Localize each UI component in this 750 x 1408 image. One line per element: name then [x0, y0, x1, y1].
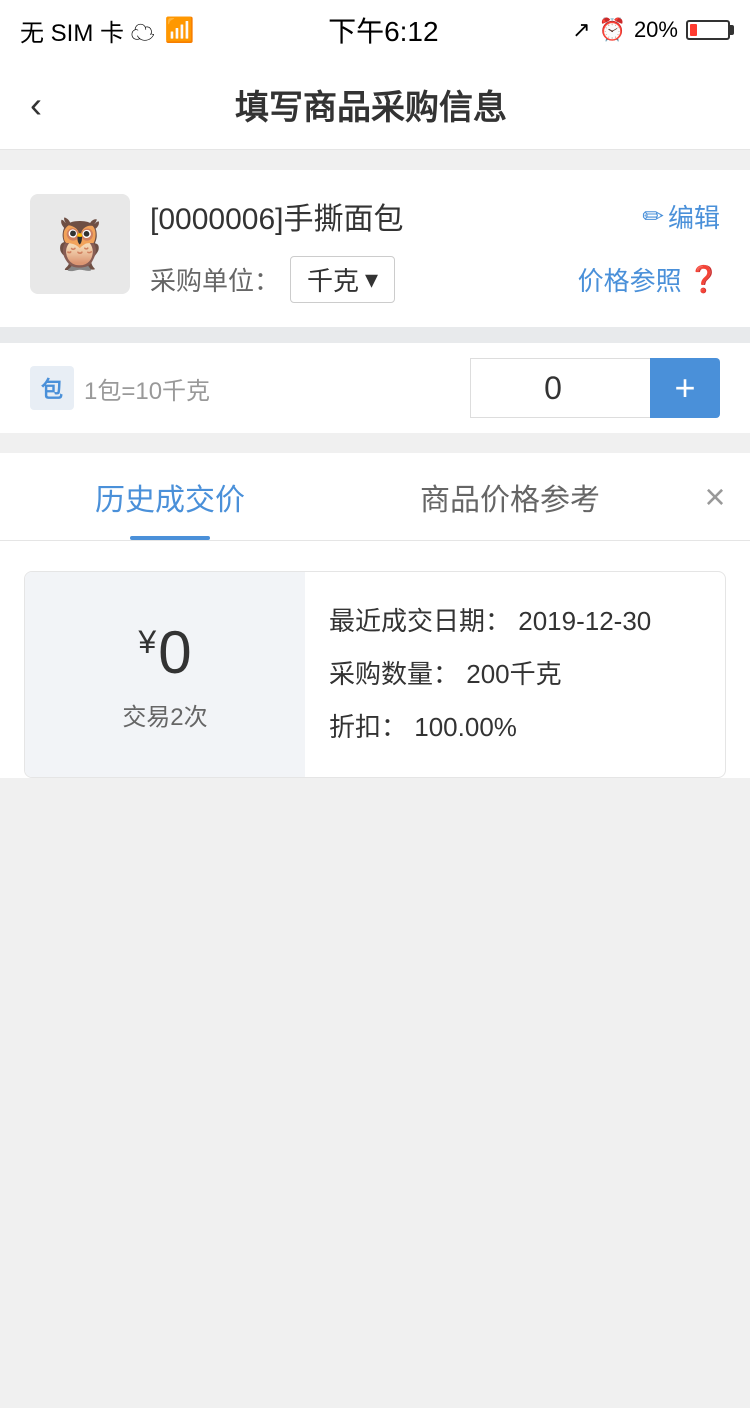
tab-close-button[interactable]: ×	[680, 453, 750, 540]
unit-select-dropdown[interactable]: 千克 ▾	[290, 256, 395, 303]
header: ‹ 填写商品采购信息	[0, 60, 750, 150]
chevron-down-icon: ▾	[365, 264, 378, 295]
page-title: 填写商品采购信息	[62, 80, 680, 129]
product-logo-icon: 🦉	[49, 215, 111, 274]
price-reference-button[interactable]: 价格参照 ❓	[578, 261, 720, 298]
product-title: 手撕面包	[283, 203, 403, 236]
status-right: ↗ ⏰ 20%	[572, 17, 730, 43]
price-display: ¥ 0	[138, 618, 191, 687]
price-ref-label: 价格参照	[578, 261, 682, 298]
recent-date-value: 2019-12-30	[518, 606, 651, 636]
purchase-qty-value: 200千克	[466, 659, 561, 689]
edit-button[interactable]: ✏ 编辑	[642, 198, 720, 235]
unit-box-icon: 包	[30, 366, 74, 410]
help-icon: ❓	[688, 264, 720, 295]
recent-date-label: 最近成交日期：	[329, 606, 511, 636]
quantity-control: +	[470, 358, 720, 418]
product-title-row: [0000006]手撕面包 ✏ 编辑	[150, 194, 720, 238]
purchase-qty-label: 采购数量：	[329, 659, 459, 689]
tabs-row: 历史成交价 商品价格参考 ×	[0, 453, 750, 541]
section-divider	[0, 327, 750, 343]
history-record-card: ¥ 0 交易2次 最近成交日期： 2019-12-30 采购数量： 200千克 …	[24, 571, 726, 778]
battery-percent: 20%	[634, 17, 678, 43]
product-info: [0000006]手撕面包 ✏ 编辑 采购单位： 千克 ▾ 价格参照 ❓	[150, 194, 720, 303]
sim-signal-text: 无 SIM 卡 ☁	[20, 13, 155, 48]
alarm-icon: ⏰	[599, 17, 626, 43]
tab-history-label: 历史成交价	[95, 475, 245, 519]
quantity-row: 包 1包=10千克 +	[0, 343, 750, 433]
price-value: 0	[158, 618, 191, 687]
tab-price-ref-label: 商品价格参考	[420, 475, 600, 519]
quantity-plus-button[interactable]: +	[650, 358, 720, 418]
product-id: [0000006]	[150, 203, 283, 236]
location-icon: ↗	[572, 17, 590, 43]
wifi-icon: 📶	[165, 16, 195, 45]
unit-select-value: 千克	[307, 261, 359, 298]
back-button[interactable]: ‹	[30, 87, 42, 123]
product-name: [0000006]手撕面包	[150, 194, 403, 238]
battery-icon	[686, 20, 730, 40]
history-details-section: 最近成交日期： 2019-12-30 采购数量： 200千克 折扣： 100.0…	[305, 572, 725, 777]
product-thumbnail: 🦉	[30, 194, 130, 294]
product-card: 🦉 [0000006]手撕面包 ✏ 编辑 采购单位： 千克 ▾	[0, 170, 750, 327]
discount-row: 折扣： 100.00%	[329, 708, 701, 747]
history-price-section: ¥ 0 交易2次	[25, 572, 305, 777]
tab-history-price[interactable]: 历史成交价	[0, 453, 340, 540]
unit-left: 采购单位： 千克 ▾	[150, 256, 395, 303]
main-background	[0, 808, 750, 1408]
tab-price-reference[interactable]: 商品价格参考	[340, 453, 680, 540]
discount-label: 折扣：	[329, 712, 407, 742]
edit-icon: ✏	[642, 201, 664, 232]
purchase-unit-row: 采购单位： 千克 ▾ 价格参照 ❓	[150, 256, 720, 303]
purchase-qty-row: 采购数量： 200千克	[329, 655, 701, 694]
status-left: 无 SIM 卡 ☁ 📶	[20, 13, 195, 48]
edit-label: 编辑	[668, 198, 720, 235]
bottom-panel: 历史成交价 商品价格参考 × ¥ 0 交易2次 最近成交日期： 2019-12-…	[0, 453, 750, 778]
discount-value: 100.00%	[414, 712, 517, 742]
trade-count-text: 交易2次	[122, 697, 207, 732]
purchase-unit-label: 采购单位：	[150, 261, 280, 298]
unit-info: 包 1包=10千克	[30, 366, 210, 410]
unit-conversion-text: 1包=10千克	[84, 371, 210, 406]
price-currency-symbol: ¥	[138, 624, 156, 661]
product-row: 🦉 [0000006]手撕面包 ✏ 编辑 采购单位： 千克 ▾	[30, 194, 720, 303]
quantity-input[interactable]	[470, 358, 650, 418]
status-time: 下午6:12	[328, 10, 439, 50]
recent-date-row: 最近成交日期： 2019-12-30	[329, 602, 701, 641]
status-bar: 无 SIM 卡 ☁ 📶 下午6:12 ↗ ⏰ 20%	[0, 0, 750, 60]
